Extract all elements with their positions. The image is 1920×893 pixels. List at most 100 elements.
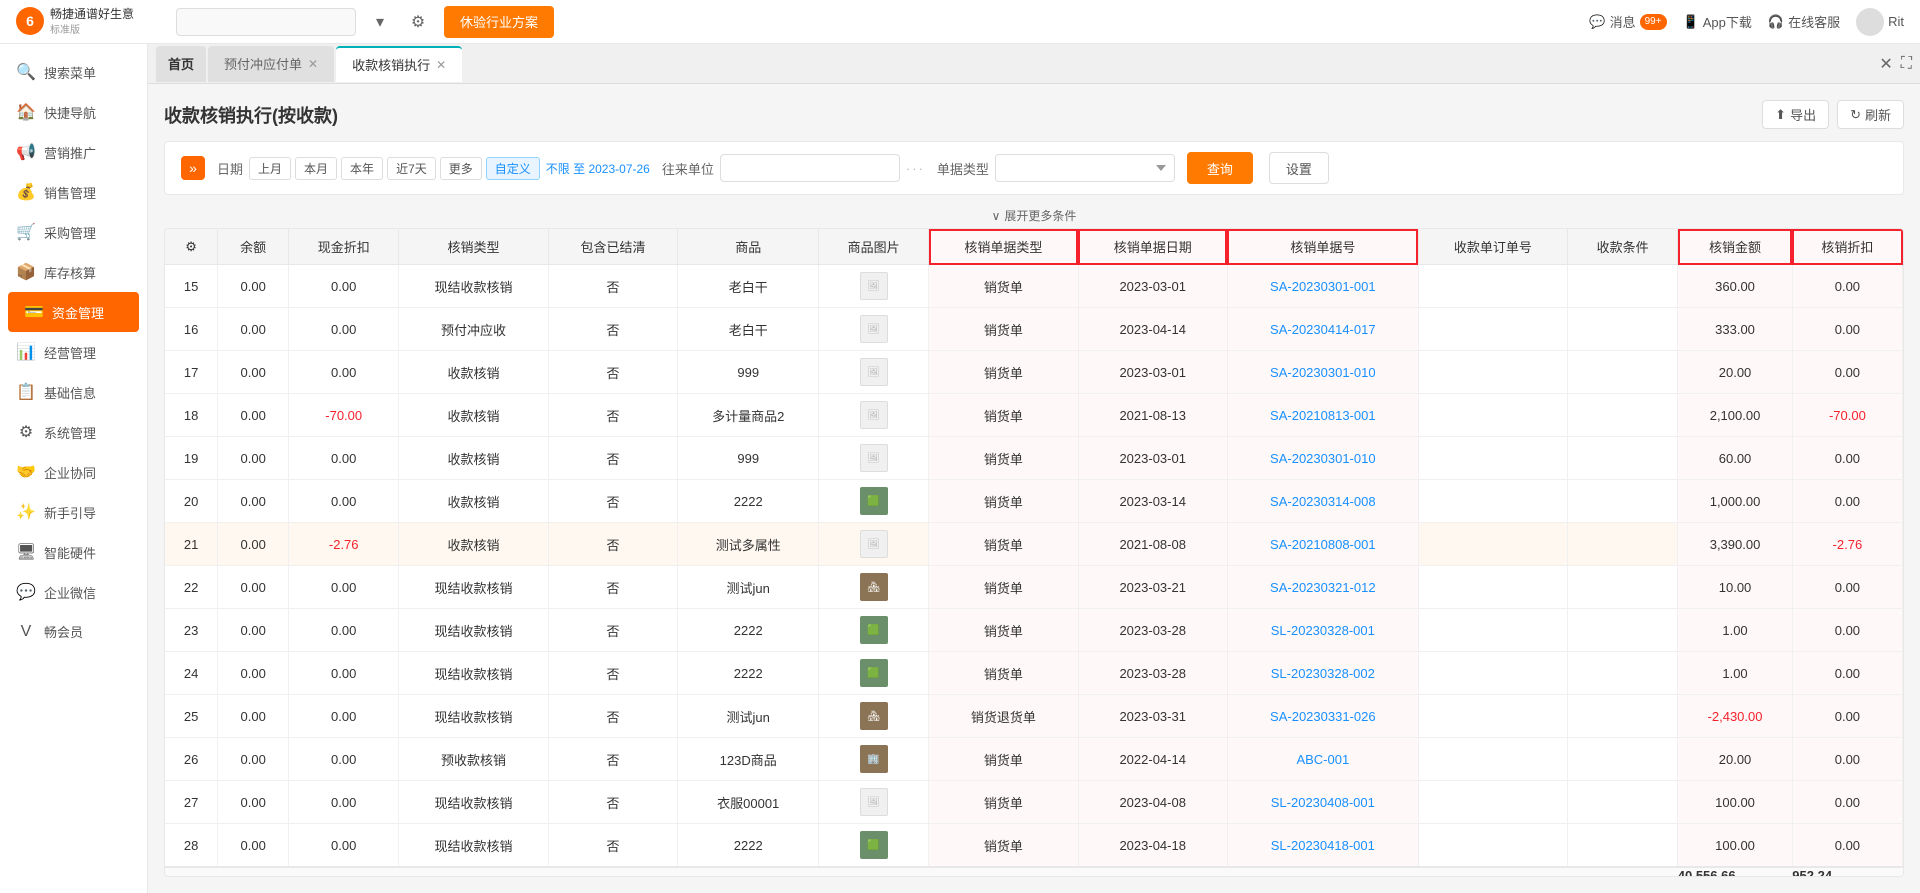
tab-collection-exec[interactable]: 收款核销执行 ✕ <box>336 46 462 82</box>
tab-close-prepay[interactable]: ✕ <box>308 57 318 71</box>
sidebar-item-basic-info[interactable]: 📋 基础信息 <box>0 372 147 412</box>
verify-doc-link[interactable]: SA-20210813-001 <box>1270 408 1376 423</box>
goods-image: 🖼 <box>860 788 888 816</box>
date-btn-this-year[interactable]: 本年 <box>341 157 383 180</box>
row-goods: 多计量商品2 <box>678 394 819 437</box>
row-verify-doc-no[interactable]: SA-20230321-012 <box>1227 566 1418 609</box>
from-unit-input[interactable] <box>720 154 900 182</box>
date-btn-last-month[interactable]: 上月 <box>249 157 291 180</box>
settings-button[interactable]: 设置 <box>1269 152 1329 184</box>
verify-doc-link[interactable]: SA-20210808-001 <box>1270 537 1376 552</box>
tab-close-all-btn[interactable]: ✕ <box>1879 54 1892 74</box>
industry-button[interactable]: 休验行业方案 <box>444 6 554 38</box>
col-receipt-cond: 收款条件 <box>1568 229 1678 265</box>
app-download-button[interactable]: 📱 App下载 <box>1683 12 1752 31</box>
tab-prepay[interactable]: 预付冲应付单 ✕ <box>208 46 334 82</box>
date-btn-more[interactable]: 更多 <box>440 157 482 180</box>
verify-doc-link[interactable]: SA-20230314-008 <box>1270 494 1376 509</box>
row-verify-doc-no[interactable]: SA-20230331-026 <box>1227 695 1418 738</box>
row-verify-doc-no[interactable]: SL-20230408-001 <box>1227 781 1418 824</box>
verify-doc-link[interactable]: SL-20230418-001 <box>1271 838 1375 853</box>
sidebar-item-purchase[interactable]: 🛒 采购管理 <box>0 212 147 252</box>
user-area[interactable]: Rit <box>1856 8 1904 36</box>
row-verify-doc-no[interactable]: SL-20230418-001 <box>1227 824 1418 868</box>
sidebar-item-inventory[interactable]: 📦 库存核算 <box>0 252 147 292</box>
expand-conditions-btn[interactable]: ∨ 展开更多条件 <box>992 207 1077 224</box>
row-verify-doc-no[interactable]: SL-20230328-002 <box>1227 652 1418 695</box>
row-verify-doc-no[interactable]: ABC-001 <box>1227 738 1418 781</box>
row-verify-discount: 0.00 <box>1792 566 1902 609</box>
verify-doc-link[interactable]: SL-20230408-001 <box>1271 795 1375 810</box>
sidebar-item-system[interactable]: ⚙ 系统管理 <box>0 412 147 452</box>
vip-icon: V <box>16 623 36 641</box>
row-verify-doc-date: 2023-04-08 <box>1078 781 1227 824</box>
row-include-settled: 否 <box>548 566 678 609</box>
row-receipt-cond <box>1568 566 1678 609</box>
row-verify-type: 现结收款核销 <box>399 781 548 824</box>
row-include-settled: 否 <box>548 308 678 351</box>
logo-area: 6 畅捷通谱好生意 标准版 <box>16 7 164 36</box>
footer-verify-amount: 40,556,66... <box>1678 867 1793 877</box>
export-button[interactable]: ⬆ 导出 <box>1762 100 1829 129</box>
row-verify-doc-no[interactable]: SA-20210808-001 <box>1227 523 1418 566</box>
search-icon: 🔍 <box>16 62 36 82</box>
row-balance: 0.00 <box>218 351 289 394</box>
col-settings[interactable]: ⚙ <box>165 229 218 265</box>
goods-image: 🖼 <box>860 358 888 386</box>
row-receipt-cond <box>1568 308 1678 351</box>
tab-home[interactable]: 首页 <box>156 46 206 82</box>
sidebar-item-vip[interactable]: V 畅会员 <box>0 612 147 651</box>
row-verify-doc-no[interactable]: SA-20210813-001 <box>1227 394 1418 437</box>
top-right-actions: 💬 消息 99+ 📱 App下载 🎧 在线客服 Rit <box>1589 8 1904 36</box>
tab-close-collection[interactable]: ✕ <box>436 58 446 72</box>
sidebar-item-corp-collab[interactable]: 🤝 企业协同 <box>0 452 147 492</box>
sidebar-item-search-menu[interactable]: 🔍 搜索菜单 <box>0 52 147 92</box>
date-btn-7days[interactable]: 近7天 <box>387 157 436 180</box>
tab-expand-btn[interactable]: ⛶ <box>1901 54 1912 74</box>
row-verify-type: 现结收款核销 <box>399 695 548 738</box>
row-verify-doc-no[interactable]: SA-20230301-010 <box>1227 351 1418 394</box>
verify-doc-link[interactable]: SL-20230328-002 <box>1271 666 1375 681</box>
top-search-input[interactable] <box>176 8 356 36</box>
online-service-button[interactable]: 🎧 在线客服 <box>1768 12 1840 31</box>
sidebar-item-sales[interactable]: 💰 销售管理 <box>0 172 147 212</box>
row-verify-doc-no[interactable]: SA-20230414-017 <box>1227 308 1418 351</box>
sidebar-item-marketing[interactable]: 📢 营销推广 <box>0 132 147 172</box>
settings-icon[interactable]: ⚙ <box>404 8 432 36</box>
sidebar-item-new-guide[interactable]: ✨ 新手引导 <box>0 492 147 532</box>
table-row: 25 0.00 0.00 现结收款核销 否 测试jun 🏘 销货退货单 2023… <box>165 695 1903 738</box>
main-layout: 🔍 搜索菜单 🏠 快捷导航 📢 营销推广 💰 销售管理 🛒 采购管理 📦 库存核… <box>0 44 1920 893</box>
verify-doc-link[interactable]: SA-20230331-026 <box>1270 709 1376 724</box>
inventory-icon: 📦 <box>16 262 36 282</box>
verify-doc-link[interactable]: SA-20230301-010 <box>1270 365 1376 380</box>
row-verify-doc-no[interactable]: SA-20230301-001 <box>1227 265 1418 308</box>
row-verify-doc-no[interactable]: SA-20230314-008 <box>1227 480 1418 523</box>
sidebar-item-biz[interactable]: 📊 经营管理 <box>0 332 147 372</box>
date-btn-custom[interactable]: 自定义 <box>486 157 540 180</box>
sidebar-item-smart-hw[interactable]: 🖥 智能硬件 <box>0 532 147 572</box>
sidebar-item-quick-nav[interactable]: 🏠 快捷导航 <box>0 92 147 132</box>
page-title: 收款核销执行(按收款) <box>164 102 338 128</box>
table-footer-row: 40,556,66... 952.24 <box>165 867 1903 877</box>
sidebar-item-corp-wechat[interactable]: 💬 企业微信 <box>0 572 147 612</box>
verify-doc-link[interactable]: SA-20230301-001 <box>1270 279 1376 294</box>
filter-toggle-btn[interactable]: » <box>181 156 205 180</box>
date-btn-this-month[interactable]: 本月 <box>295 157 337 180</box>
sidebar-item-capital[interactable]: 💳 资金管理 <box>8 292 139 332</box>
row-receipt-cond <box>1568 738 1678 781</box>
refresh-button[interactable]: ↻ 刷新 <box>1837 100 1904 129</box>
row-verify-doc-no[interactable]: SA-20230301-010 <box>1227 437 1418 480</box>
query-button[interactable]: 查询 <box>1187 152 1253 184</box>
verify-doc-link[interactable]: SA-20230414-017 <box>1270 322 1376 337</box>
dropdown-btn[interactable]: ▾ <box>368 8 392 36</box>
verify-doc-link[interactable]: SA-20230321-012 <box>1270 580 1376 595</box>
row-receipt-order-no <box>1418 308 1567 351</box>
verify-doc-link[interactable]: ABC-001 <box>1296 752 1349 767</box>
verify-doc-link[interactable]: SL-20230328-001 <box>1271 623 1375 638</box>
row-verify-doc-no[interactable]: SL-20230328-001 <box>1227 609 1418 652</box>
verify-doc-link[interactable]: SA-20230301-010 <box>1270 451 1376 466</box>
capital-icon: 💳 <box>24 302 44 322</box>
table-row: 16 0.00 0.00 预付冲应收 否 老白干 🖼 销货单 2023-04-1… <box>165 308 1903 351</box>
messages-button[interactable]: 💬 消息 99+ <box>1589 12 1666 31</box>
receipt-type-select[interactable] <box>995 154 1175 182</box>
